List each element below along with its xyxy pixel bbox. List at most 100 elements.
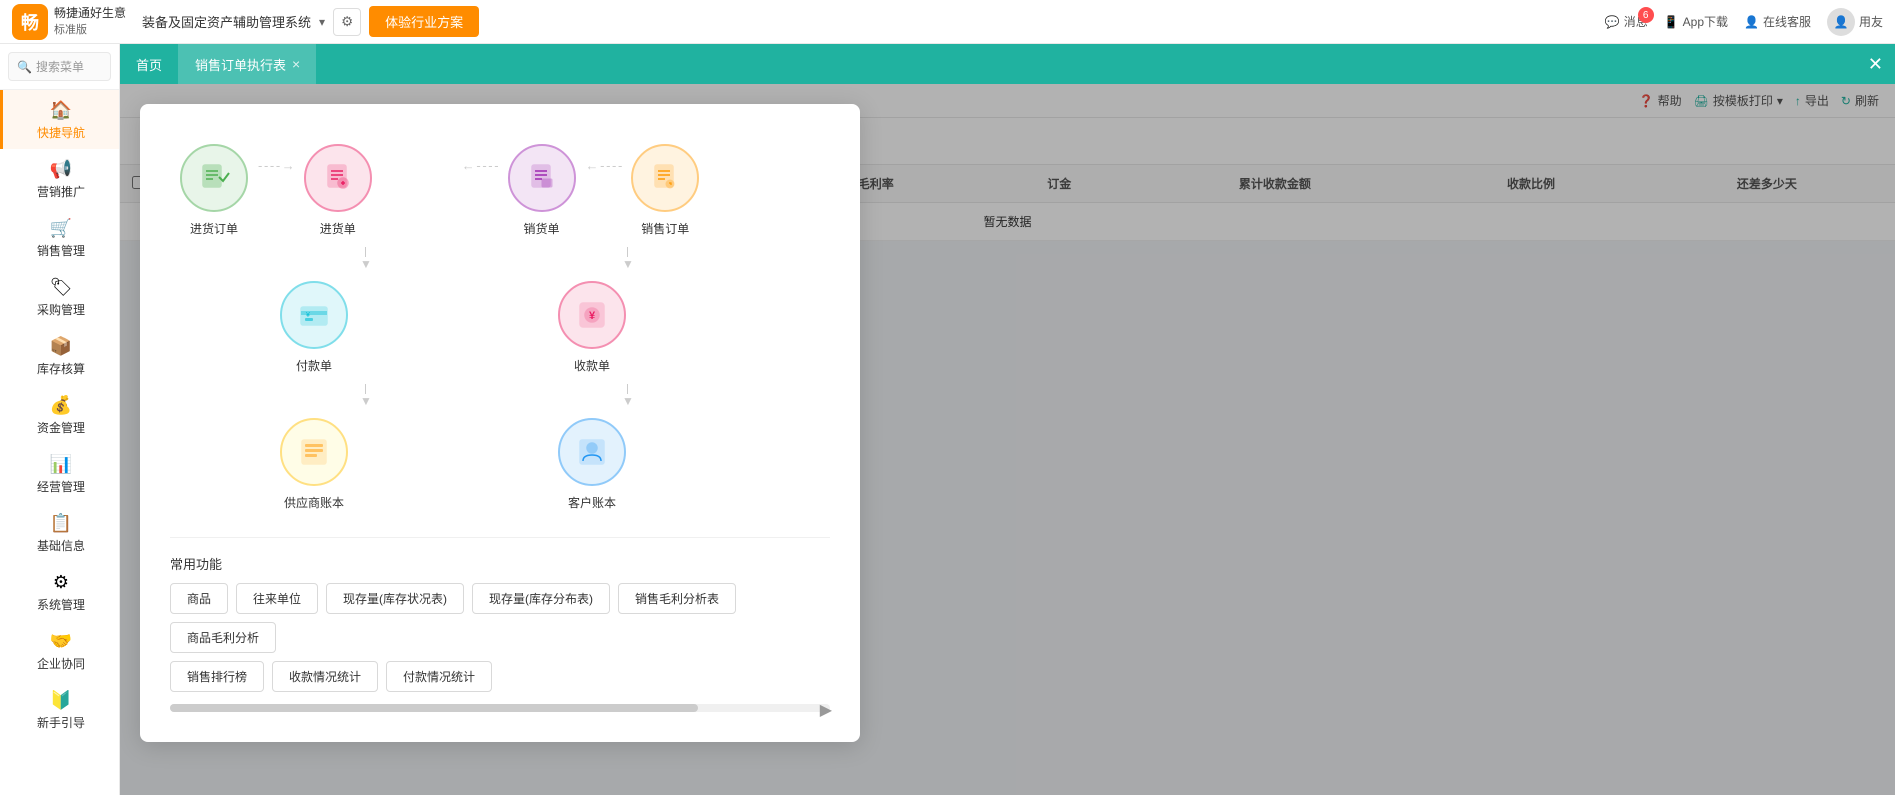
online-service-btn[interactable]: 👤 在线客服 — [1744, 13, 1811, 30]
tab-home[interactable]: 首页 — [120, 44, 179, 84]
flow-node-sale-bill[interactable]: 销货单 — [498, 134, 586, 247]
tab-bar: 首页 销售订单执行表 × ✕ — [120, 44, 1895, 84]
flow-node-sale-order[interactable]: 销售订单 — [621, 134, 709, 247]
sidebar-label-quick-nav: 快捷导航 — [37, 124, 85, 141]
basic-icon: 📋 — [50, 513, 72, 534]
sidebar-item-finance[interactable]: 💰 资金管理 — [0, 385, 119, 444]
sidebar-label-marketing: 营销推广 — [37, 183, 85, 200]
close-all-tabs-btn[interactable]: ✕ — [1856, 44, 1895, 84]
down-arrow-sale: ▼ — [584, 247, 672, 271]
try-btn[interactable]: 体验行业方案 — [369, 6, 479, 37]
sidebar-item-collab[interactable]: 🤝 企业协同 — [0, 621, 119, 680]
arrow-1: - - - - → — [258, 134, 294, 173]
purchase-icon: 🏷 — [50, 277, 73, 298]
top-left: 畅 畅捷通好生意 标准版 装备及固定资产辅助管理系统 ▾ ⚙ 体验行业方案 — [12, 4, 479, 40]
system-dropdown-btn[interactable]: ▾ — [319, 15, 325, 29]
modal-scrollbar-area: ▶ — [170, 704, 830, 712]
sidebar-label-system: 系统管理 — [37, 596, 85, 613]
search-menu-btn[interactable]: 🔍 搜索菜单 — [8, 52, 111, 81]
sidebar-label-sales: 销售管理 — [37, 242, 85, 259]
sidebar-item-newbie[interactable]: 🔰 新手引导 — [0, 680, 119, 739]
sidebar-search: 🔍 搜索菜单 — [0, 44, 119, 90]
top-right: 💬 消息 6 📱 App下载 👤 在线客服 👤 用友 — [1605, 8, 1883, 36]
func-btns-row1: 商品 往来单位 现存量(库存状况表) 现存量(库存分布表) 销售毛利分析表 商品… — [170, 583, 830, 653]
purchase-order-icon — [180, 144, 248, 212]
tab-sales-order[interactable]: 销售订单执行表 × — [179, 44, 316, 84]
flow-node-purchase-bill[interactable]: 进货单 — [294, 134, 382, 247]
sidebar-label-collab: 企业协同 — [37, 655, 85, 672]
func-btn-sale-profit[interactable]: 销售毛利分析表 — [618, 583, 736, 614]
func-btn-product-profit[interactable]: 商品毛利分析 — [170, 622, 276, 653]
flow-node-receipt[interactable]: ¥ 收款单 — [548, 271, 636, 384]
flow-node-supplier[interactable]: 供应商账本 — [270, 408, 358, 521]
supplier-icon — [280, 418, 348, 486]
scroll-right-btn[interactable]: ▶ — [820, 700, 832, 720]
down-arrow-receipt: ▼ — [584, 384, 672, 408]
func-btn-receipt-stats[interactable]: 收款情况统计 — [272, 661, 378, 692]
flow-node-purchase-order[interactable]: 进货订单 — [170, 134, 258, 247]
func-btn-stock-status[interactable]: 现存量(库存状况表) — [326, 583, 464, 614]
sidebar-item-inventory[interactable]: 📦 库存核算 — [0, 326, 119, 385]
sidebar-label-purchase: 采购管理 — [37, 301, 85, 318]
modal-scrollbar[interactable] — [170, 704, 830, 712]
down-arrow-purchase: ▼ — [322, 247, 410, 271]
flow-arrows-row2: ▼ ▼ — [170, 384, 830, 408]
payment-label: 付款单 — [296, 357, 332, 374]
sidebar-label-finance: 资金管理 — [37, 419, 85, 436]
receipt-icon: ¥ — [558, 281, 626, 349]
svg-text:¥: ¥ — [306, 312, 310, 319]
func-btn-partner[interactable]: 往来单位 — [236, 583, 318, 614]
func-btn-product[interactable]: 商品 — [170, 583, 228, 614]
sidebar-label-operation: 经营管理 — [37, 478, 85, 495]
sale-order-label: 销售订单 — [641, 220, 689, 237]
sidebar-item-marketing[interactable]: 📢 营销推广 — [0, 149, 119, 208]
sidebar: 🔍 搜索菜单 🏠 快捷导航 📢 营销推广 🛒 销售管理 🏷 采购管理 — [0, 44, 120, 795]
sidebar-item-purchase[interactable]: 🏷 采购管理 — [0, 267, 119, 326]
marketing-icon: 📢 — [50, 159, 72, 180]
sale-order-icon — [631, 144, 699, 212]
logo-area: 畅 畅捷通好生意 标准版 — [12, 4, 126, 40]
flow-node-payment[interactable]: ¥ 付款单 — [270, 271, 358, 384]
receipt-label: 收款单 — [574, 357, 610, 374]
purchase-bill-label: 进货单 — [320, 220, 356, 237]
sidebar-label-inventory: 库存核算 — [37, 360, 85, 377]
down-arrow-payment: ▼ — [322, 384, 410, 408]
app-download-btn[interactable]: 📱 App下载 — [1664, 13, 1728, 30]
sidebar-label-newbie: 新手引导 — [37, 714, 85, 731]
system-icon: ⚙ — [53, 572, 69, 593]
func-btn-sale-rank[interactable]: 销售排行榜 — [170, 661, 264, 692]
flow-arrows-row: ▼ ▼ — [170, 247, 830, 271]
row2-spacer2 — [410, 384, 584, 408]
row3-spacer — [358, 408, 548, 521]
func-btn-stock-dist[interactable]: 现存量(库存分布表) — [472, 583, 610, 614]
message-btn[interactable]: 💬 消息 6 — [1605, 13, 1648, 30]
top-bar: 畅 畅捷通好生意 标准版 装备及固定资产辅助管理系统 ▾ ⚙ 体验行业方案 💬 … — [0, 0, 1895, 44]
common-funcs: 常用功能 商品 往来单位 现存量(库存状况表) 现存量(库存分布表) 销售毛利分… — [170, 537, 830, 692]
func-btn-payment-stats[interactable]: 付款情况统计 — [386, 661, 492, 692]
settings-btn[interactable]: ⚙ — [333, 8, 361, 36]
sidebar-item-operation[interactable]: 📊 经营管理 — [0, 444, 119, 503]
sales-icon: 🛒 — [50, 218, 72, 239]
scrollbar-thumb[interactable] — [170, 704, 698, 712]
modal-overlay: 进货订单 - - - - → — [120, 84, 1895, 795]
sidebar-item-quick-nav[interactable]: 🏠 快捷导航 — [0, 90, 119, 149]
sidebar-item-basic[interactable]: 📋 基础信息 — [0, 503, 119, 562]
operation-icon: 📊 — [50, 454, 72, 475]
flow-section: 进货订单 - - - - → — [170, 134, 830, 521]
svg-text:¥: ¥ — [589, 310, 596, 322]
quick-nav-icon: 🏠 — [50, 100, 72, 121]
purchase-bill-icon — [304, 144, 372, 212]
message-badge: 6 — [1638, 7, 1654, 23]
sidebar-item-system[interactable]: ⚙ 系统管理 — [0, 562, 119, 621]
sidebar-label-basic: 基础信息 — [37, 537, 85, 554]
collab-icon: 🤝 — [50, 631, 72, 652]
flow-node-customer[interactable]: 客户账本 — [548, 408, 636, 521]
sidebar-item-sales[interactable]: 🛒 销售管理 — [0, 208, 119, 267]
download-icon: 📱 — [1664, 15, 1679, 29]
brand-sub: 标准版 — [54, 21, 126, 37]
brand-info: 畅捷通好生意 标准版 — [54, 6, 126, 38]
user-btn[interactable]: 👤 用友 — [1827, 8, 1883, 36]
tab-close-btn[interactable]: × — [292, 56, 300, 72]
supplier-label: 供应商账本 — [284, 494, 344, 511]
row2-spacer — [358, 271, 548, 384]
